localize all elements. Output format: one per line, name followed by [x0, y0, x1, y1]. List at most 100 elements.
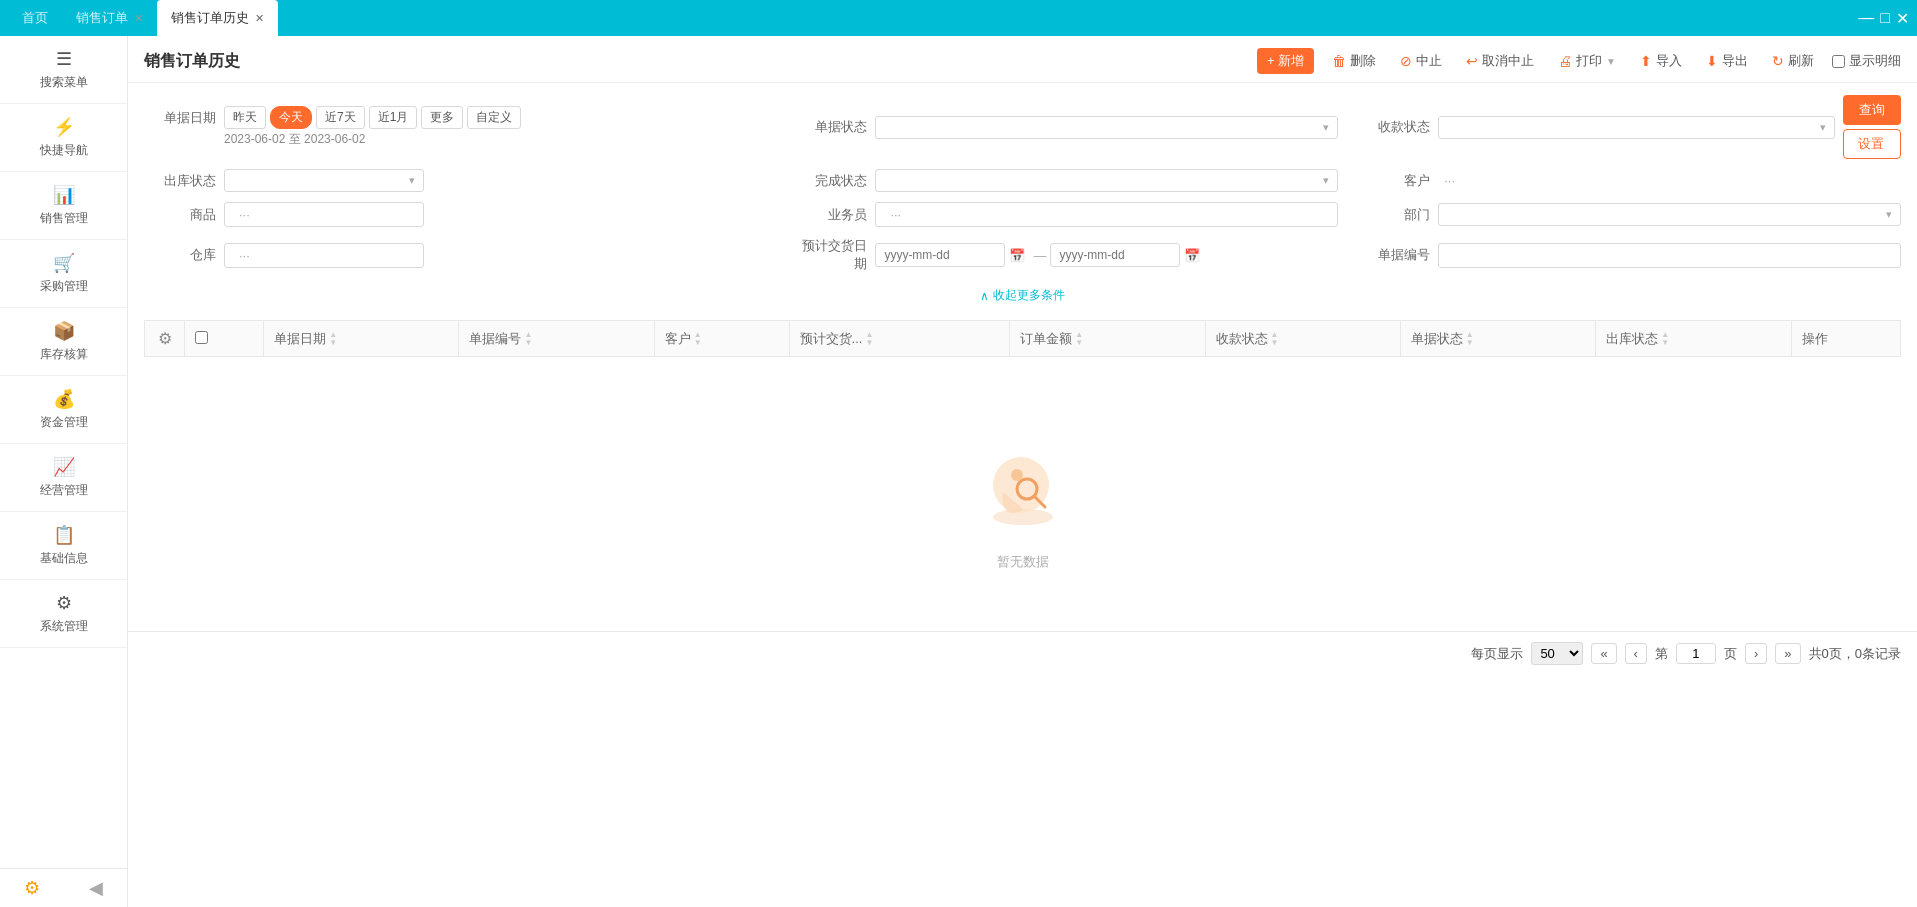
top-bar: 首页 销售订单 ✕ 销售订单历史 ✕ — □ ✕: [0, 0, 1917, 36]
customer-col-header[interactable]: 客户 ▲▼: [654, 321, 789, 357]
collapse-filter-button[interactable]: ∧ 收起更多条件: [144, 283, 1901, 308]
customer-input-wrap: ···: [1438, 173, 1901, 188]
out-status-select[interactable]: ▾: [224, 169, 424, 192]
export-button[interactable]: ⬇ 导出: [1700, 48, 1754, 74]
select-all-checkbox[interactable]: [195, 331, 208, 344]
import-button[interactable]: ⬆ 导入: [1634, 48, 1688, 74]
date-sort[interactable]: 单据日期 ▲▼: [274, 330, 448, 348]
delivery-end-calendar-icon[interactable]: 📅: [1184, 248, 1200, 263]
customer-dots[interactable]: ···: [1444, 173, 1455, 188]
tab-sales-order[interactable]: 销售订单 ✕: [62, 0, 157, 36]
out-status-col-header[interactable]: 出库状态 ▲▼: [1596, 321, 1791, 357]
total-text: 共0页，0条记录: [1809, 645, 1901, 663]
filter-col-warehouse: 仓库 ···: [144, 243, 795, 268]
receipt-status-select[interactable]: ▾: [1438, 116, 1835, 139]
print-button[interactable]: 🖨 打印 ▼: [1552, 48, 1622, 74]
out-status-sort[interactable]: 出库状态 ▲▼: [1606, 330, 1780, 348]
query-button[interactable]: 查询: [1843, 95, 1901, 125]
page-unit: 页: [1724, 645, 1737, 663]
date-btn-custom[interactable]: 自定义: [467, 106, 521, 129]
next-page-btn[interactable]: ›: [1745, 643, 1767, 664]
pagination-bar: 每页显示 10 20 50 100 « ‹ 第 页 › » 共0页，0条记录: [128, 631, 1917, 675]
tab-sales-order-history[interactable]: 销售订单历史 ✕: [157, 0, 278, 36]
sidebar-item-search-menu[interactable]: ☰ 搜索菜单: [0, 36, 127, 104]
warehouse-label: 仓库: [144, 246, 224, 264]
no-col-header[interactable]: 单据编号 ▲▼: [459, 321, 654, 357]
date-btn-today[interactable]: 今天: [270, 106, 312, 129]
date-btn-yesterday[interactable]: 昨天: [224, 106, 266, 129]
display-detail-checkbox[interactable]: 显示明细: [1832, 52, 1901, 70]
sidebar-item-inventory[interactable]: 📦 库存核算: [0, 308, 127, 376]
date-btn-1month[interactable]: 近1月: [369, 106, 418, 129]
delivery-sort[interactable]: 预计交货... ▲▼: [800, 330, 1000, 348]
close-tab-sales-order-history[interactable]: ✕: [255, 12, 264, 25]
sidebar-item-sales-mgmt[interactable]: 📊 销售管理: [0, 172, 127, 240]
delivery-col-header[interactable]: 预计交货... ▲▼: [789, 321, 1010, 357]
sidebar-item-sys-mgmt[interactable]: ⚙ 系统管理: [0, 580, 127, 648]
settings-col-header[interactable]: ⚙: [145, 321, 185, 357]
warehouse-dots[interactable]: ···: [239, 248, 250, 263]
sidebar-item-finance-mgmt[interactable]: 💰 资金管理: [0, 376, 127, 444]
table-settings-icon[interactable]: ⚙: [158, 330, 172, 347]
cancel-stop-button[interactable]: ↩ 取消中止: [1460, 48, 1540, 74]
date-btn-7days[interactable]: 近7天: [316, 106, 365, 129]
complete-status-select[interactable]: ▾: [875, 169, 1338, 192]
customer-sort[interactable]: 客户 ▲▼: [665, 330, 779, 348]
date-separator: —: [1033, 248, 1046, 263]
maximize-btn[interactable]: □: [1880, 9, 1890, 27]
sidebar-item-label: 经营管理: [40, 482, 88, 499]
goods-dots[interactable]: ···: [239, 207, 250, 222]
receipt-status-col-header[interactable]: 收款状态 ▲▼: [1205, 321, 1400, 357]
receipt-status-sort-arrows: ▲▼: [1271, 331, 1279, 347]
order-status-col-header[interactable]: 单据状态 ▲▼: [1400, 321, 1595, 357]
complete-status-arrow: ▾: [1323, 174, 1329, 187]
page-number-input[interactable]: [1676, 643, 1716, 664]
prev-page-btn[interactable]: ‹: [1625, 643, 1647, 664]
date-col-header[interactable]: 单据日期 ▲▼: [264, 321, 459, 357]
sidebar-item-basic-info[interactable]: 📋 基础信息: [0, 512, 127, 580]
tab-home[interactable]: 首页: [8, 0, 62, 36]
goods-label: 商品: [144, 206, 224, 224]
date-btn-more[interactable]: 更多: [421, 106, 463, 129]
first-page-btn[interactable]: «: [1591, 643, 1616, 664]
sidebar-item-ops-mgmt[interactable]: 📈 经营管理: [0, 444, 127, 512]
order-status-sort[interactable]: 单据状态 ▲▼: [1411, 330, 1585, 348]
sidebar-settings-btn[interactable]: ⚙: [24, 877, 40, 899]
sidebar-item-quick-nav[interactable]: ⚡ 快捷导航: [0, 104, 127, 172]
delivery-date-start[interactable]: [875, 243, 1005, 267]
page-size-select[interactable]: 10 20 50 100: [1531, 642, 1583, 665]
minimize-btn[interactable]: —: [1858, 9, 1874, 27]
settings-button[interactable]: 设置: [1843, 129, 1901, 159]
filter-area: 单据日期 昨天 今天 近7天 近1月 更多 自定义 2023-06-02 至 2…: [128, 83, 1917, 320]
customer-label: 客户: [1358, 172, 1438, 190]
refresh-button[interactable]: ↻ 刷新: [1766, 48, 1820, 74]
order-no-input[interactable]: [1438, 243, 1901, 268]
close-window-btn[interactable]: ✕: [1896, 9, 1909, 28]
sys-mgmt-icon: ⚙: [56, 592, 72, 614]
sidebar-collapse-btn[interactable]: ◀: [89, 877, 103, 899]
empty-text: 暂无数据: [997, 553, 1049, 571]
no-sort[interactable]: 单据编号 ▲▼: [469, 330, 643, 348]
close-tab-sales-order[interactable]: ✕: [134, 12, 143, 25]
stop-button[interactable]: ⊘ 中止: [1394, 48, 1448, 74]
salesman-dots[interactable]: ···: [890, 207, 901, 222]
date-buttons: 昨天 今天 近7天 近1月 更多 自定义: [224, 106, 521, 129]
receipt-status-sort[interactable]: 收款状态 ▲▼: [1216, 330, 1390, 348]
amount-col-header[interactable]: 订单金额 ▲▼: [1010, 321, 1205, 357]
delivery-start-calendar-icon[interactable]: 📅: [1009, 248, 1025, 263]
new-button[interactable]: + 新增: [1257, 48, 1314, 74]
sidebar-item-purchase-mgmt[interactable]: 🛒 采购管理: [0, 240, 127, 308]
delivery-date-end[interactable]: [1050, 243, 1180, 267]
warehouse-input-wrap: ···: [224, 243, 424, 268]
dept-select[interactable]: ▾: [1438, 203, 1901, 226]
checkbox-col-header: [185, 321, 264, 357]
display-detail-input[interactable]: [1832, 55, 1845, 68]
last-page-btn[interactable]: »: [1775, 643, 1800, 664]
customer-sort-arrows: ▲▼: [694, 331, 702, 347]
amount-sort[interactable]: 订单金额 ▲▼: [1020, 330, 1194, 348]
status-select[interactable]: ▾: [875, 116, 1338, 139]
purchase-mgmt-icon: 🛒: [53, 252, 75, 274]
delete-button[interactable]: 🗑 删除: [1326, 48, 1382, 74]
import-icon: ⬆: [1640, 53, 1652, 69]
search-menu-icon: ☰: [56, 48, 72, 70]
